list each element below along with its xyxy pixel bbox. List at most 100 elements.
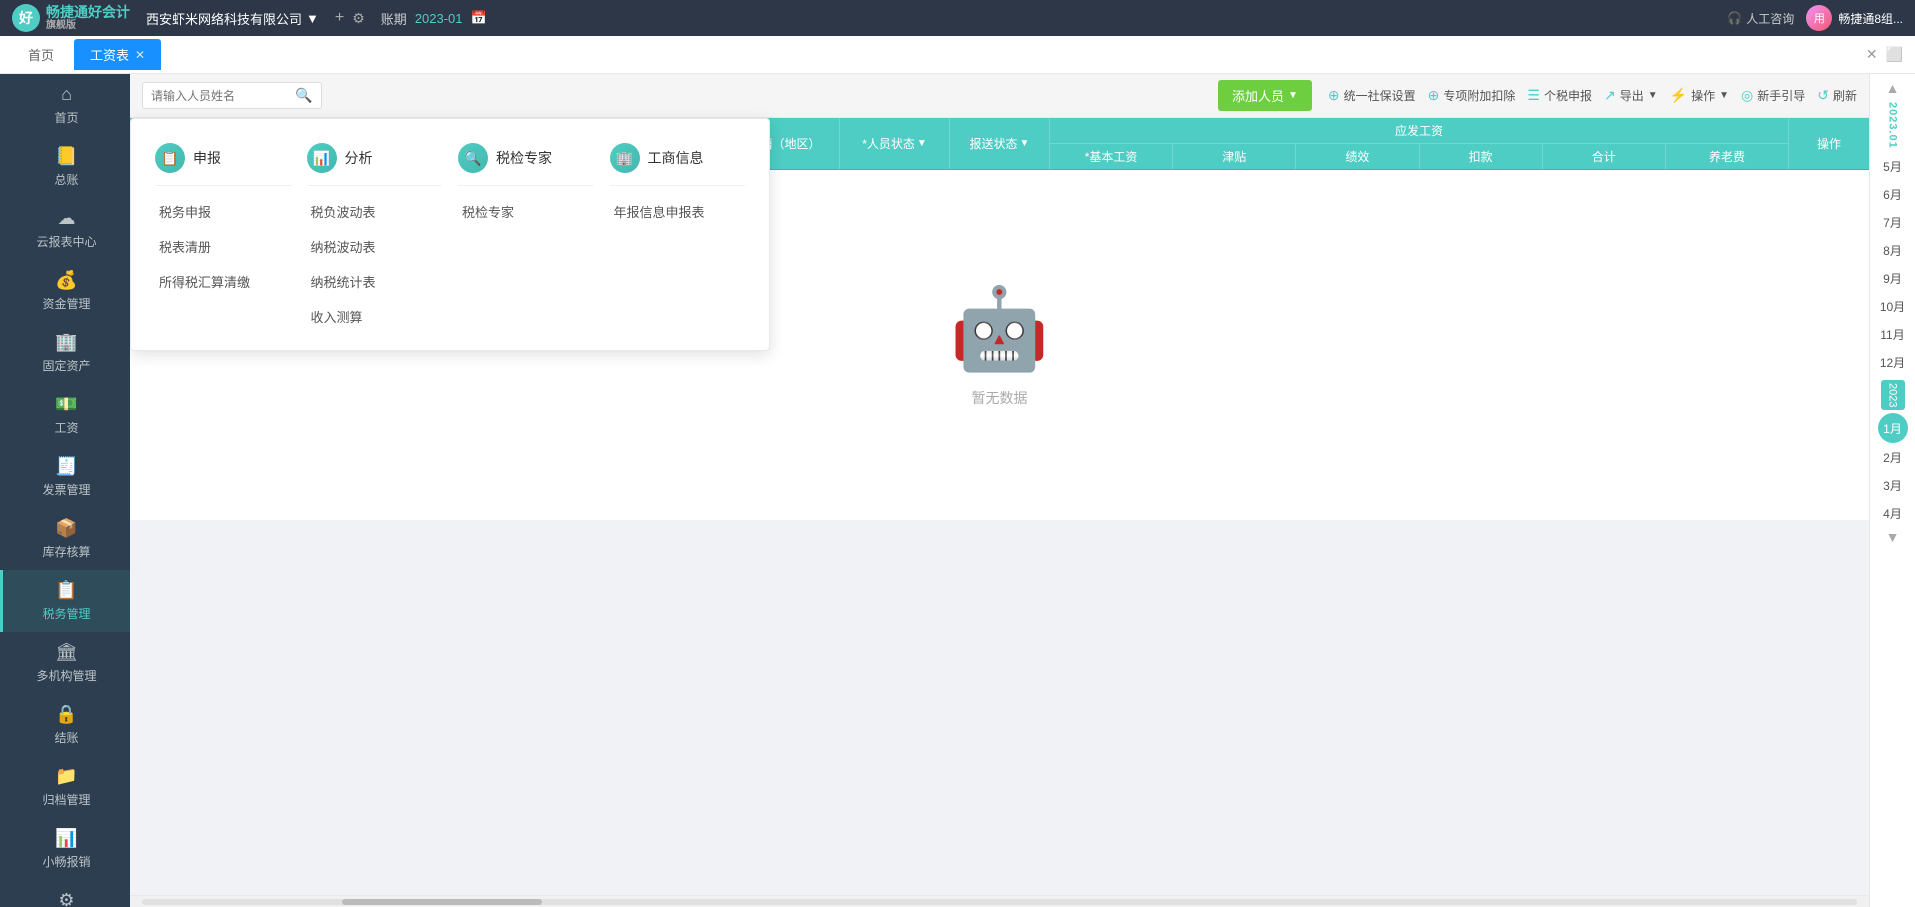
dropdown-col-expert: 🔍 税检专家 税检专家: [450, 135, 602, 334]
person-filter-icon[interactable]: ▼: [917, 138, 927, 149]
timeline-up-btn[interactable]: ▲: [1879, 78, 1907, 98]
sidebar-item-salary[interactable]: 💵 工资: [0, 384, 130, 446]
sidebar-item-cloud[interactable]: ☁ 云报表中心: [0, 198, 130, 260]
add-company-icon[interactable]: +: [335, 9, 344, 27]
special-deduct-action[interactable]: ⊕ 专项附加扣除: [1428, 87, 1516, 104]
top-bar: 好 畅捷通好会计 旗舰版 西安虾米网络科技有限公司 ▼ + ⚙ 账期 2023-…: [0, 0, 1915, 36]
social-security-action[interactable]: ⊕ 统一社保设置: [1328, 87, 1416, 104]
settings-sidebar-icon: ⚙: [58, 890, 74, 907]
ledger-icon: 📒: [55, 146, 77, 167]
sidebar-item-multi[interactable]: 🏛 多机构管理: [0, 632, 130, 694]
refresh-icon: ↺: [1817, 87, 1829, 104]
sidebar-item-archive[interactable]: 📁 归档管理: [0, 756, 130, 818]
biz-title: 工商信息: [648, 148, 704, 168]
company-name: 西安虾米网络科技有限公司: [146, 9, 302, 28]
headset-icon: 🎧: [1727, 11, 1742, 25]
export-action[interactable]: ↗ 导出 ▼: [1604, 87, 1658, 104]
invoice-icon: 🧾: [55, 456, 77, 477]
income-calc-item[interactable]: 所得税汇算清缴: [155, 264, 291, 299]
tax-table-item[interactable]: 税表清册: [155, 229, 291, 264]
cloud-icon: ☁: [58, 208, 76, 229]
close-icon: ✕: [1866, 46, 1878, 63]
calendar-icon[interactable]: 📅: [471, 10, 487, 26]
tax-expert-item[interactable]: 税检专家: [458, 194, 594, 229]
search-input[interactable]: [151, 89, 291, 103]
tax-stats-item[interactable]: 纳税统计表: [307, 264, 443, 299]
sidebar-item-inventory[interactable]: 📦 库存核算: [0, 508, 130, 570]
tax-report-icon: ☰: [1527, 87, 1540, 104]
company-selector[interactable]: 西安虾米网络科技有限公司 ▼: [138, 9, 327, 28]
tax-report-action[interactable]: ☰ 个税申报: [1527, 87, 1592, 104]
expert-title: 税检专家: [496, 148, 552, 168]
th-total: 合计: [1543, 144, 1666, 169]
guide-label: 新手引导: [1757, 87, 1805, 104]
dropdown-col-biz: 🏢 工商信息 年报信息申报表: [602, 135, 754, 334]
analysis-header: 📊 分析: [307, 135, 443, 186]
timeline-month-7[interactable]: 7月: [1875, 209, 1911, 237]
operate-action[interactable]: ⚡ 操作 ▼: [1670, 87, 1729, 104]
report-filter-icon[interactable]: ▼: [1020, 138, 1030, 149]
timeline-month-6[interactable]: 6月: [1875, 181, 1911, 209]
th-allowance: 津贴: [1173, 144, 1296, 169]
dropdown-col-declare: 📋 申报 税务申报 税表清册 所得税汇算清缴: [147, 135, 299, 334]
sidebar-item-report[interactable]: 📊 小畅报销: [0, 818, 130, 880]
sidebar-label-home: 首页: [54, 109, 78, 126]
timeline-month-11[interactable]: 11月: [1875, 321, 1911, 349]
scroll-thumb[interactable]: [342, 899, 542, 905]
timeline-month-mar[interactable]: 3月: [1875, 471, 1911, 499]
sidebar-item-settings[interactable]: ⚙ 基础设置: [0, 880, 130, 907]
income-forecast-item[interactable]: 收入测算: [307, 299, 443, 334]
main-layout: ⌂ 首页 📒 总账 ☁ 云报表中心 💰 资金管理 🏢 固定资产 💵 工资 🧾 发…: [0, 74, 1915, 907]
user-avatar: 用: [1806, 5, 1832, 31]
empty-icon: 🤖: [950, 282, 1050, 376]
declare-header-icon: 📋: [155, 143, 185, 173]
timeline-month-12[interactable]: 12月: [1875, 349, 1911, 377]
guide-action[interactable]: ◎ 新手引导: [1741, 87, 1805, 104]
tax-declare-item[interactable]: 税务申报: [155, 194, 291, 229]
sidebar-label-assets: 固定资产: [42, 357, 90, 374]
timeline-month-10[interactable]: 10月: [1875, 293, 1911, 321]
export-icon: ↗: [1604, 87, 1616, 104]
sidebar-item-ledger[interactable]: 📒 总账: [0, 136, 130, 198]
timeline-month-8[interactable]: 8月: [1875, 237, 1911, 265]
sidebar-label-inventory: 库存核算: [42, 543, 90, 560]
guide-toolbar-icon: ◎: [1741, 87, 1753, 104]
year-2023-badge: 2023: [1881, 380, 1905, 410]
tab-salary[interactable]: 工资表 ✕: [74, 39, 161, 70]
tab-home[interactable]: 首页: [12, 39, 70, 70]
sidebar-item-fund[interactable]: 💰 资金管理: [0, 260, 130, 322]
tax-burden-item[interactable]: 税负波动表: [307, 194, 443, 229]
timeline-month-apr[interactable]: 4月: [1875, 499, 1911, 527]
salary-icon: 💵: [55, 394, 77, 415]
horizontal-scrollbar[interactable]: [130, 895, 1869, 907]
user-info[interactable]: 用 畅捷通8组...: [1806, 5, 1903, 31]
sidebar-item-home[interactable]: ⌂ 首页: [0, 74, 130, 136]
annual-report-item[interactable]: 年报信息申报表: [610, 194, 746, 229]
export-dropdown-icon: ▼: [1648, 90, 1658, 101]
sidebar-label-cloud: 云报表中心: [36, 233, 96, 250]
sidebar-item-invoice[interactable]: 🧾 发票管理: [0, 446, 130, 508]
sidebar-label-close-accounts: 结账: [54, 729, 78, 746]
add-person-button[interactable]: 添加人员 ▼: [1218, 80, 1312, 111]
multi-icon: 🏛: [55, 642, 78, 663]
th-salary-group-label: 应发工资: [1050, 118, 1788, 144]
tax-payment-item[interactable]: 纳税波动表: [307, 229, 443, 264]
timeline-month-5[interactable]: 5月: [1875, 153, 1911, 181]
logo-text: 畅捷通好会计 旗舰版: [46, 5, 130, 31]
declare-title: 申报: [193, 148, 221, 168]
timeline-month-jan[interactable]: 1月: [1878, 413, 1908, 443]
refresh-action[interactable]: ↺ 刷新: [1817, 87, 1857, 104]
sidebar-item-tax[interactable]: 📋 税务管理: [0, 570, 130, 632]
timeline-month-9[interactable]: 9月: [1875, 265, 1911, 293]
th-report-status-label: 报送状态: [970, 135, 1018, 152]
settings-icon[interactable]: ⚙: [352, 10, 365, 27]
th-report-status: 报送状态 ▼: [950, 118, 1050, 169]
tab-salary-close[interactable]: ✕: [135, 48, 145, 62]
service-button[interactable]: 🎧 人工咨询: [1727, 10, 1794, 27]
timeline-month-feb[interactable]: 2月: [1875, 443, 1911, 471]
timeline-down-btn[interactable]: ▼: [1879, 527, 1907, 547]
sidebar-item-close-accounts[interactable]: 🔒 结账: [0, 694, 130, 756]
top-bar-right: 🎧 人工咨询 用 畅捷通8组...: [1727, 5, 1903, 31]
sidebar-item-assets[interactable]: 🏢 固定资产: [0, 322, 130, 384]
close-all-button[interactable]: ✕ ⬜: [1866, 46, 1903, 63]
